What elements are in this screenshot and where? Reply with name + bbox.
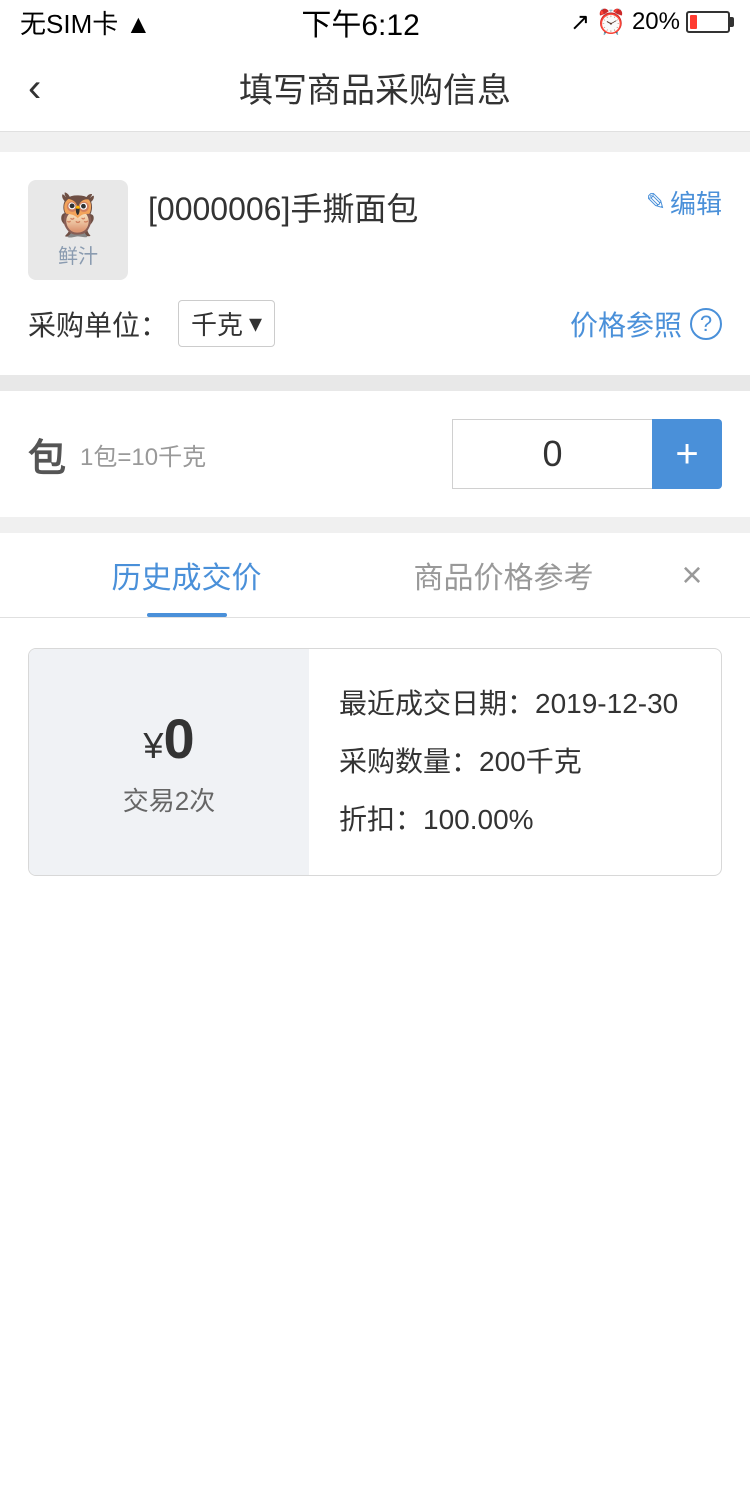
- history-tx-count: 交易2次: [123, 781, 215, 818]
- tab-product-price-ref[interactable]: 商品价格参考: [345, 533, 662, 617]
- discount-value: 100.00%: [423, 804, 534, 835]
- tabs-header: 历史成交价 商品价格参考 ×: [0, 533, 750, 618]
- quantity-row: 包 1包=10千克 +: [0, 391, 750, 517]
- unit-prefix: 采购单位：: [28, 304, 168, 344]
- content-area: [0, 906, 750, 1506]
- product-header: 🦉 鲜汁 [0000006]手撕面包 ✎ 编辑: [28, 180, 722, 280]
- tabs-close-button[interactable]: ×: [662, 533, 722, 617]
- battery-percent: 20%: [632, 8, 680, 36]
- history-date-item: 最近成交日期：2019-12-30: [339, 683, 691, 725]
- price-symbol: ¥: [143, 725, 163, 766]
- edit-button[interactable]: ✎ 编辑: [646, 180, 722, 221]
- status-left: 无SIM卡 ▲: [20, 4, 151, 41]
- history-qty-item: 采购数量：200千克: [339, 741, 691, 783]
- quantity-label: 包 1包=10千克: [28, 427, 206, 482]
- history-left-panel: ¥0 交易2次: [29, 649, 309, 875]
- price-ref-label: 价格参照: [570, 304, 682, 344]
- product-card: 🦉 鲜汁 [0000006]手撕面包 ✎ 编辑 采购单位： 千克 ▾ 价格参照 …: [0, 152, 750, 375]
- quantity-conversion: 1包=10千克: [80, 437, 206, 472]
- date-label: 最近成交日期：: [339, 688, 535, 719]
- alarm-icon: ⏰: [596, 8, 626, 37]
- tab-history-price[interactable]: 历史成交价: [28, 533, 345, 617]
- nav-bar: ‹ 填写商品采购信息: [0, 44, 750, 132]
- back-button[interactable]: ‹: [28, 68, 41, 108]
- product-footer: 采购单位： 千克 ▾ 价格参照 ?: [28, 300, 722, 347]
- tabs-section: 历史成交价 商品价格参考 × ¥0 交易2次 最近成交日期：2019-12-30…: [0, 533, 750, 1506]
- carrier-text: 无SIM卡 ▲: [20, 4, 151, 41]
- status-bar: 无SIM卡 ▲ 下午6:12 ↗ ⏰ 20%: [0, 0, 750, 44]
- qty-label: 采购数量：: [339, 746, 479, 777]
- price-value: 0: [163, 707, 194, 770]
- discount-label: 折扣：: [339, 804, 423, 835]
- history-card: ¥0 交易2次 最近成交日期：2019-12-30 采购数量：200千克 折扣：…: [28, 648, 722, 876]
- page-title: 填写商品采购信息: [239, 63, 511, 112]
- qty-value: 200千克: [479, 746, 582, 777]
- product-name: [0000006]手撕面包: [148, 180, 418, 230]
- battery-icon: [686, 11, 730, 33]
- product-icon-sublabel: 鲜汁: [58, 240, 98, 269]
- product-image: 🦉 鲜汁: [28, 180, 128, 280]
- status-right: ↗ ⏰ 20%: [570, 8, 730, 37]
- product-thumbnail-icon: 🦉: [52, 191, 104, 240]
- price-ref-button[interactable]: 价格参照 ?: [570, 304, 722, 344]
- edit-icon: ✎: [646, 188, 666, 217]
- unit-label: 采购单位： 千克 ▾: [28, 300, 275, 347]
- quantity-plus-button[interactable]: +: [652, 419, 722, 489]
- help-icon: ?: [690, 308, 722, 340]
- unit-value: 千克: [191, 305, 243, 342]
- quantity-control: +: [452, 419, 722, 489]
- quantity-input[interactable]: [452, 419, 652, 489]
- history-price: ¥0: [143, 706, 194, 771]
- unit-dropdown-icon: ▾: [249, 308, 262, 339]
- quantity-unit: 包: [28, 427, 66, 482]
- history-right-panel: 最近成交日期：2019-12-30 采购数量：200千克 折扣：100.00%: [309, 649, 721, 875]
- date-value: 2019-12-30: [535, 688, 678, 719]
- edit-label: 编辑: [670, 184, 722, 221]
- product-left: 🦉 鲜汁 [0000006]手撕面包: [28, 180, 418, 280]
- history-discount-item: 折扣：100.00%: [339, 799, 691, 841]
- status-time: 下午6:12: [301, 0, 419, 44]
- location-icon: ↗: [570, 8, 590, 37]
- unit-select[interactable]: 千克 ▾: [178, 300, 275, 347]
- section-divider: [0, 375, 750, 391]
